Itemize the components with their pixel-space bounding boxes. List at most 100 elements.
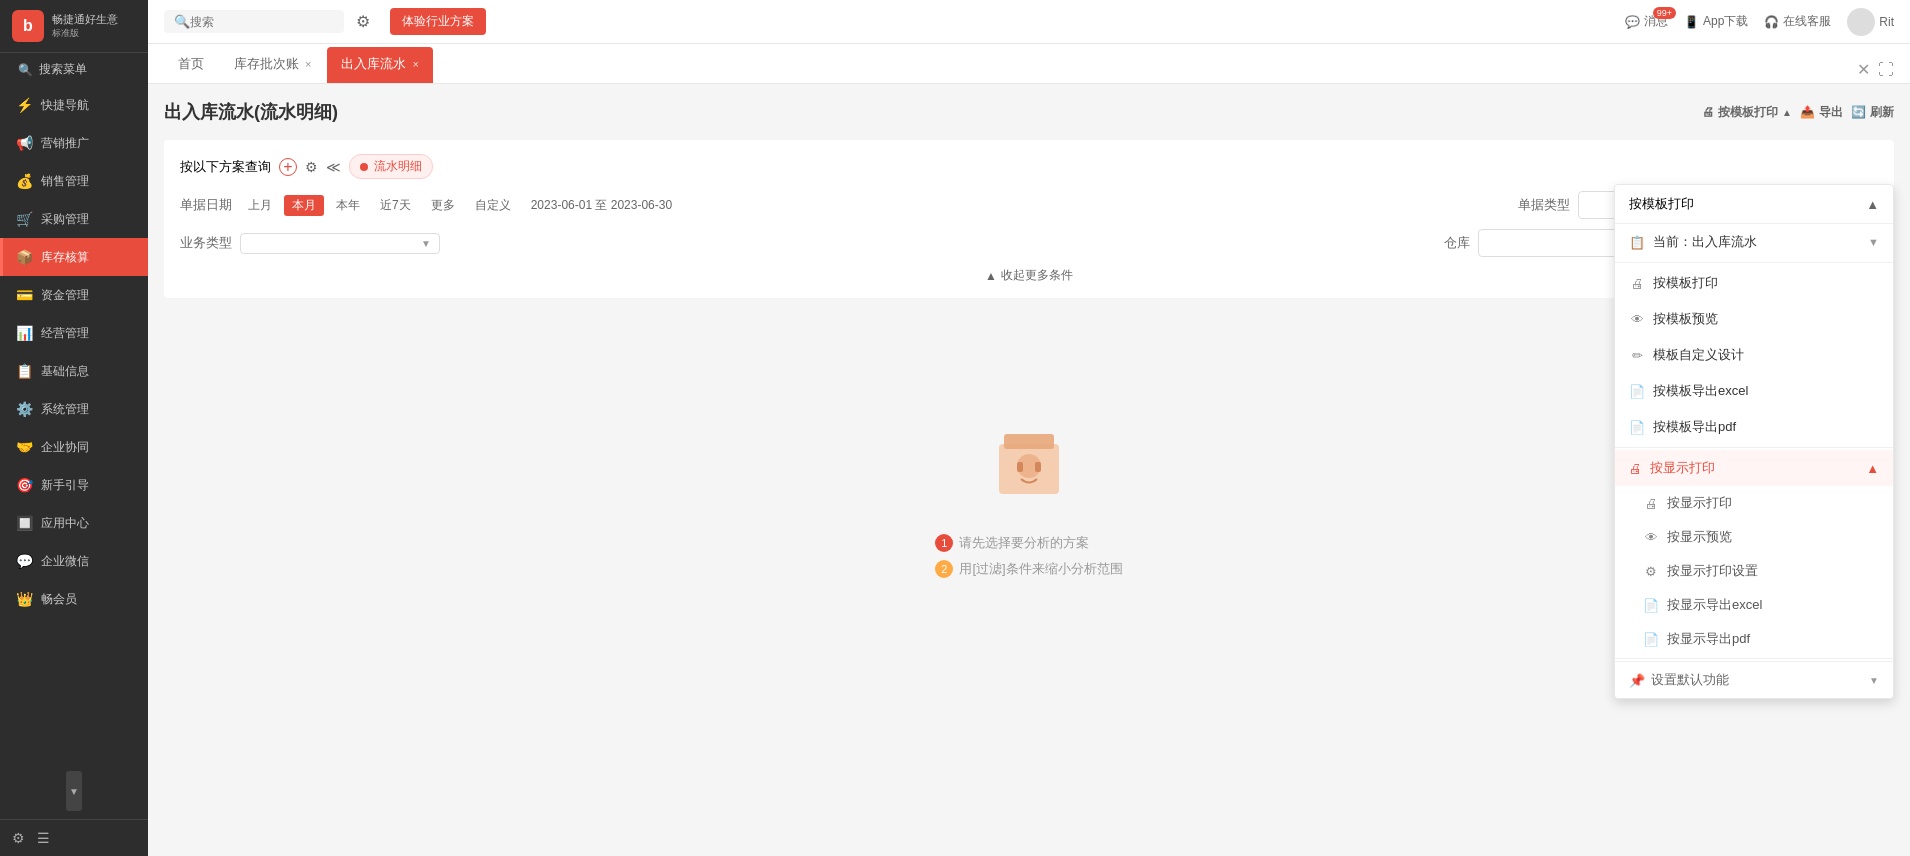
date-range-text: 2023-06-01 至 2023-06-30 — [531, 197, 672, 214]
header-search-input[interactable] — [190, 15, 330, 29]
display-export-pdf-item[interactable]: 📄 按显示导出pdf — [1615, 622, 1893, 656]
display-print-item[interactable]: 🖨 按显示打印 — [1615, 486, 1893, 520]
print-arrow: ▲ — [1782, 107, 1792, 118]
display-section-header[interactable]: 🖨 按显示打印 ▲ — [1615, 450, 1893, 486]
finance-icon: 💳 — [15, 286, 33, 304]
tab-expand-icon[interactable]: ⛶ — [1878, 61, 1894, 79]
print-dropdown-panel: 按模板打印 ▲ 📋 当前：出入库流水 ▼ 🖨 按模板打印 👁 按模板预览 ✏ 模… — [1614, 184, 1894, 699]
sidebar-item-finance[interactable]: 💳 资金管理 — [0, 276, 148, 314]
display-print-settings-item[interactable]: ⚙ 按显示打印设置 — [1615, 554, 1893, 588]
date-tab-more[interactable]: 更多 — [423, 195, 463, 216]
message-icon: 💬 — [1625, 15, 1640, 29]
refresh-icon: 🔄 — [1851, 105, 1866, 119]
template-export-pdf-label: 按模板导出pdf — [1653, 418, 1736, 436]
export-icon: 📤 — [1800, 105, 1815, 119]
display-export-pdf-label: 按显示导出pdf — [1667, 630, 1750, 648]
export-button[interactable]: 📤 导出 — [1800, 104, 1843, 121]
sidebar-nav: ⚡ 快捷导航 📢 营销推广 💰 销售管理 🛒 采购管理 📦 库存核算 💳 资金管… — [0, 86, 148, 763]
basic-icon: 📋 — [15, 362, 33, 380]
sidebar-item-marketing[interactable]: 📢 营销推广 — [0, 124, 148, 162]
tab-home[interactable]: 首页 — [164, 47, 218, 83]
sidebar-item-label: 畅会员 — [41, 591, 77, 608]
sidebar-item-purchase[interactable]: 🛒 采购管理 — [0, 200, 148, 238]
tab-close-all-icon[interactable]: ✕ — [1857, 60, 1870, 79]
biz-type-arrow: ▼ — [421, 238, 431, 249]
empty-icon — [979, 414, 1079, 514]
logo-icon: b — [12, 10, 44, 42]
tab-inout-flow-close[interactable]: × — [412, 58, 418, 70]
print-button[interactable]: 🖨 按模板打印 ▲ — [1702, 104, 1792, 121]
sidebar-item-operation[interactable]: 📊 经营管理 — [0, 314, 148, 352]
date-tab-this-month[interactable]: 本月 — [284, 195, 324, 216]
date-tab-7days[interactable]: 近7天 — [372, 195, 419, 216]
refresh-button[interactable]: 🔄 刷新 — [1851, 104, 1894, 121]
guide-icon: 🎯 — [15, 476, 33, 494]
header-right: 💬 消息 99+ 📱 App下载 🎧 在线客服 Rit — [1625, 8, 1894, 36]
settings-icon[interactable]: ⚙ — [12, 830, 25, 846]
user-avatar-area[interactable]: Rit — [1847, 8, 1894, 36]
message-button[interactable]: 💬 消息 99+ — [1625, 13, 1668, 30]
tab-bar: 首页 库存批次账 × 出入库流水 × ✕ ⛶ — [148, 44, 1910, 84]
filter-set-icon[interactable]: ⚙ — [305, 159, 318, 175]
sidebar-item-member[interactable]: 👑 畅会员 — [0, 580, 148, 618]
dropdown-footer[interactable]: 📌 设置默认功能 ▼ — [1615, 661, 1893, 698]
collapse-menu-icon[interactable]: ☰ — [37, 830, 50, 846]
sidebar-item-system[interactable]: ⚙️ 系统管理 — [0, 390, 148, 428]
filter-collapse-icon[interactable]: ≪ — [326, 159, 341, 175]
sidebar-search[interactable]: 🔍 搜索菜单 — [0, 53, 148, 86]
sidebar-scroll-down[interactable]: ▼ — [66, 771, 82, 811]
sidebar-search-label: 搜索菜单 — [39, 61, 87, 78]
template-print-icon: 🖨 — [1629, 275, 1645, 291]
date-tabs: 上月 本月 本年 近7天 更多 自定义 — [240, 195, 519, 216]
online-service-button[interactable]: 🎧 在线客服 — [1764, 13, 1831, 30]
filter-tag: 流水明细 — [349, 154, 433, 179]
dropdown-close-icon[interactable]: ▲ — [1866, 197, 1879, 212]
sidebar-item-label: 资金管理 — [41, 287, 89, 304]
date-tab-last-month[interactable]: 上月 — [240, 195, 280, 216]
tab-inout-flow[interactable]: 出入库流水 × — [327, 47, 432, 83]
print-icon: 🖨 — [1702, 105, 1714, 119]
sidebar-item-wechat[interactable]: 💬 企业微信 — [0, 542, 148, 580]
tab-batch-account-close[interactable]: × — [305, 58, 311, 70]
sidebar-item-guide[interactable]: 🎯 新手引导 — [0, 466, 148, 504]
sidebar-item-sales[interactable]: 💰 销售管理 — [0, 162, 148, 200]
display-section-arrow: ▲ — [1866, 461, 1879, 476]
dropdown-template-export-excel[interactable]: 📄 按模板导出excel — [1615, 373, 1893, 409]
sidebar-item-cooperation[interactable]: 🤝 企业协同 — [0, 428, 148, 466]
sidebar-item-basic[interactable]: 📋 基础信息 — [0, 352, 148, 390]
marketing-icon: 📢 — [15, 134, 33, 152]
step-1-label: 请先选择要分析的方案 — [959, 530, 1089, 556]
header-search-icon: 🔍 — [174, 14, 190, 29]
page-title-area: 出入库流水(流水明细) 🖨 按模板打印 ▲ 📤 导出 🔄 刷新 — [164, 100, 1894, 124]
tab-batch-account[interactable]: 库存批次账 × — [220, 47, 325, 83]
member-icon: 👑 — [15, 590, 33, 608]
app-center-icon: 🔲 — [15, 514, 33, 532]
date-tab-this-year[interactable]: 本年 — [328, 195, 368, 216]
sidebar-item-quick-nav[interactable]: ⚡ 快捷导航 — [0, 86, 148, 124]
message-badge: 99+ — [1653, 7, 1676, 19]
template-preview-label: 按模板预览 — [1653, 310, 1718, 328]
display-preview-item[interactable]: 👁 按显示预览 — [1615, 520, 1893, 554]
header-search-box[interactable]: 🔍 — [164, 10, 344, 33]
display-export-excel-item[interactable]: 📄 按显示导出excel — [1615, 588, 1893, 622]
quick-nav-icon: ⚡ — [15, 96, 33, 114]
display-export-excel-icon: 📄 — [1643, 597, 1659, 613]
template-preview-icon: 👁 — [1629, 311, 1645, 327]
dropdown-current[interactable]: 📋 当前：出入库流水 ▼ — [1615, 224, 1893, 260]
dropdown-template-preview[interactable]: 👁 按模板预览 — [1615, 301, 1893, 337]
date-label: 单据日期 — [180, 196, 232, 214]
page-body: 出入库流水(流水明细) 🖨 按模板打印 ▲ 📤 导出 🔄 刷新 — [148, 84, 1910, 856]
biz-type-select[interactable]: ▼ — [240, 233, 440, 254]
dropdown-template-print[interactable]: 🖨 按模板打印 — [1615, 265, 1893, 301]
header-gear-icon[interactable]: ⚙ — [356, 12, 370, 31]
app-logo: b 畅捷通好生意 标准版 — [0, 0, 148, 53]
display-preview-label: 按显示预览 — [1667, 528, 1732, 546]
filter-add-button[interactable]: + — [279, 158, 297, 176]
trial-button[interactable]: 体验行业方案 — [390, 8, 486, 35]
app-download-button[interactable]: 📱 App下载 — [1684, 13, 1748, 30]
sidebar-item-app-center[interactable]: 🔲 应用中心 — [0, 504, 148, 542]
dropdown-template-custom[interactable]: ✏ 模板自定义设计 — [1615, 337, 1893, 373]
dropdown-template-export-pdf[interactable]: 📄 按模板导出pdf — [1615, 409, 1893, 445]
date-tab-custom[interactable]: 自定义 — [467, 195, 519, 216]
sidebar-item-inventory[interactable]: 📦 库存核算 — [0, 238, 148, 276]
